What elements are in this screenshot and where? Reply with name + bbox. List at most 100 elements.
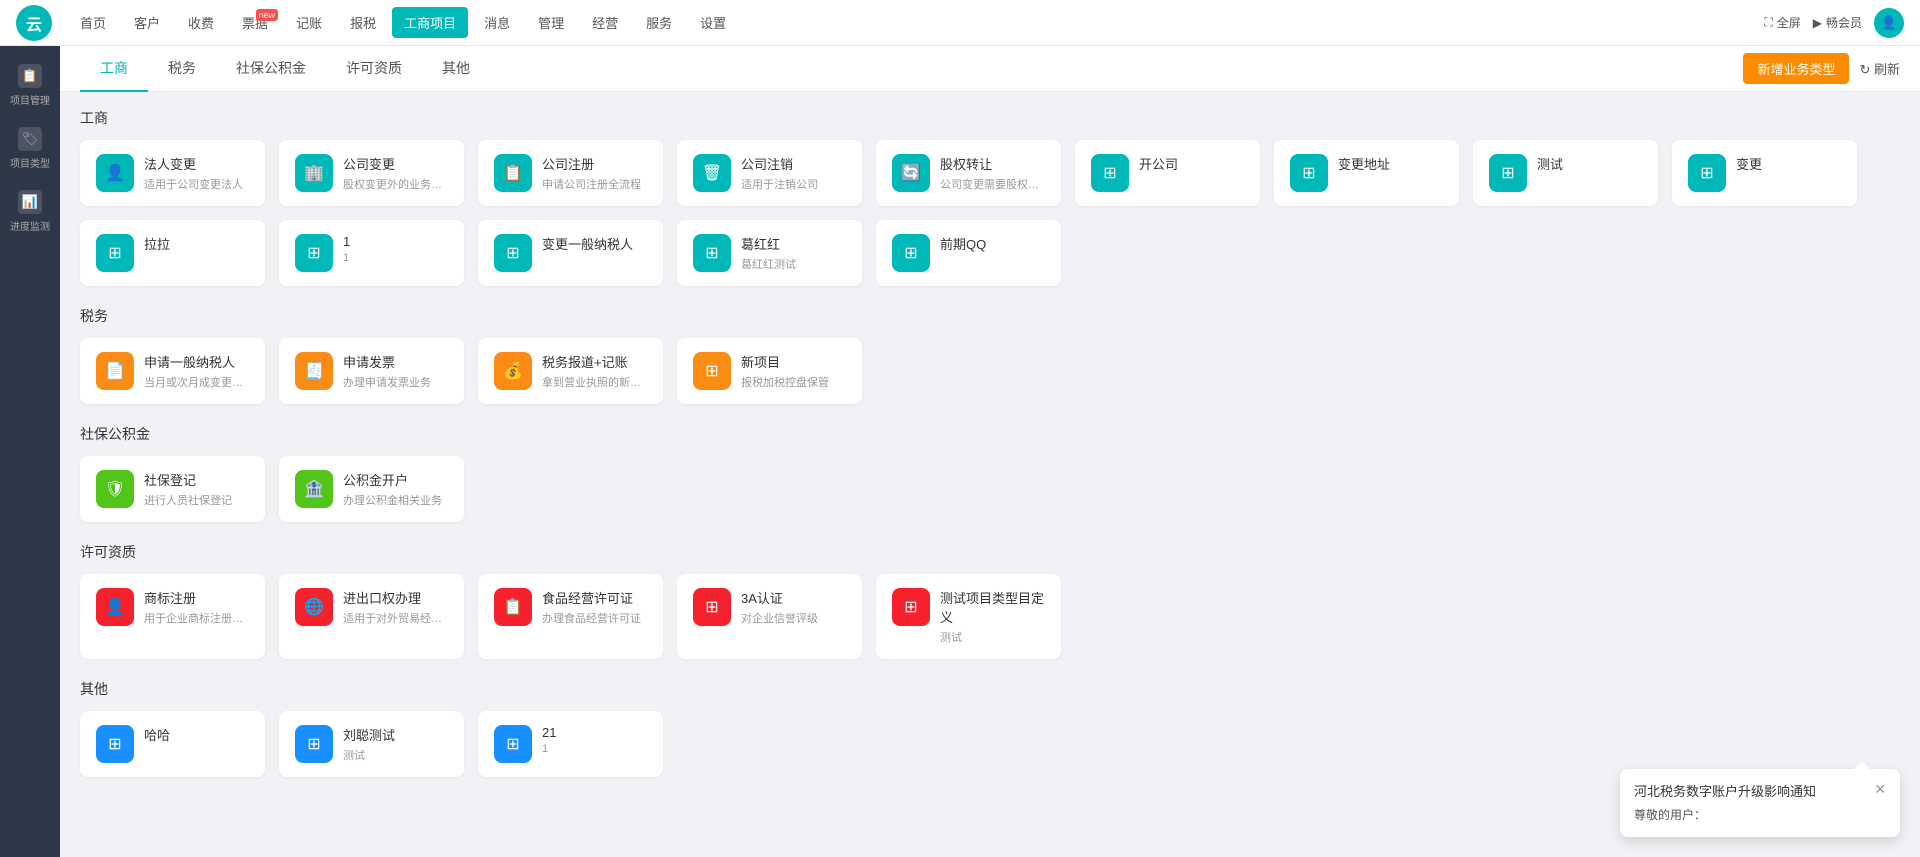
card-qita-0[interactable]: ⊞ 哈哈 (80, 711, 265, 777)
card-qita-2[interactable]: ⊞211 (478, 711, 663, 777)
card-icon-gongshang-13: ⊞ (892, 234, 930, 272)
card-gongshang-1[interactable]: 🏢 公司变更股权变更外的业务变更 (279, 140, 464, 206)
nav-item-首页[interactable]: 首页 (68, 7, 118, 38)
card-icon-gongshang-8: ⊞ (1688, 154, 1726, 192)
notification-close-button[interactable]: ✕ (1874, 781, 1886, 800)
nav-item-消息[interactable]: 消息 (472, 7, 522, 38)
card-name-xuke-4: 测试项目类型目定义 (940, 588, 1045, 626)
sidebar-item-项目类型[interactable]: 🏷 项目类型 (0, 119, 60, 178)
sidebar: 📋 项目管理 🏷 项目类型 📊 进度监测 (0, 46, 60, 857)
card-info-qita-0: 哈哈 (144, 725, 249, 747)
nav-item-服务[interactable]: 服务 (634, 7, 684, 38)
card-xuke-0[interactable]: 👤商标注册用于企业商标注册服务 (80, 574, 265, 659)
card-xuke-3[interactable]: ⊞3A认证对企业信誉评级 (677, 574, 862, 659)
card-info-qita-2: 211 (542, 725, 647, 755)
card-xuke-2[interactable]: 📋食品经营许可证办理食品经营许可证 (478, 574, 663, 659)
nav-item-工商项目[interactable]: 工商项目 (392, 7, 468, 38)
card-icon-qita-1: ⊞ (295, 725, 333, 763)
card-icon-xuke-2: 📋 (494, 588, 532, 626)
nav-item-记账[interactable]: 记账 (284, 7, 334, 38)
card-gongshang-0[interactable]: 👤法人变更适用于公司变更法人 (80, 140, 265, 206)
card-icon-gongshang-2: 📋 (494, 154, 532, 192)
sub-tab-工商[interactable]: 工商 (80, 46, 148, 92)
nav-item-管理[interactable]: 管理 (526, 7, 576, 38)
card-desc-gongshang-12: 葛红红测试 (741, 256, 846, 272)
card-shebao-0[interactable]: 🛡社保登记进行人员社保登记 (80, 456, 265, 522)
card-gongshang-2[interactable]: 📋 公司注册申请公司注册全流程 (478, 140, 663, 206)
card-shebao-1[interactable]: 🏦公积金开户办理公积金相关业务 (279, 456, 464, 522)
card-gongshang-10[interactable]: ⊞11 (279, 220, 464, 286)
card-gongshang-3[interactable]: 🗑公司注销适用于注销公司 (677, 140, 862, 206)
card-xuke-4[interactable]: ⊞测试项目类型目定义测试 (876, 574, 1061, 659)
card-gongshang-4[interactable]: 🔄股权转让公司变更需要股权转让 (876, 140, 1061, 206)
card-gongshang-6[interactable]: ⊞变更地址 (1274, 140, 1459, 206)
new-type-button[interactable]: 新增业务类型 (1743, 53, 1849, 84)
section-shebao: 社保公积金 🛡社保登记进行人员社保登记🏦公积金开户办理公积金相关业务 (80, 424, 1900, 522)
card-info-gongshang-3: 公司注销适用于注销公司 (741, 154, 846, 192)
card-icon-gongshang-1: 🏢 (295, 154, 333, 192)
nav-item-客户[interactable]: 客户 (122, 7, 172, 38)
section-title-shebao: 社保公积金 (80, 424, 1900, 444)
notification-triangle (1854, 761, 1870, 769)
card-info-gongshang-1: 公司变更股权变更外的业务变更 (343, 154, 448, 192)
cards-grid-qita: ⊞哈哈⊞刘聪测试测试⊞211 (80, 711, 1900, 777)
card-shuiwu-1[interactable]: 🧾申请发票办理申请发票业务 (279, 338, 464, 404)
refresh-button[interactable]: ↻ 刷新 (1859, 59, 1900, 78)
card-name-gongshang-2: 公司注册 (542, 154, 647, 173)
nav-right: ⛶ 全屏 ▶ 畅会员 👤 (1764, 8, 1904, 38)
card-shuiwu-3[interactable]: ⊞新项目报税加税控盘保管 (677, 338, 862, 404)
nav-item-收费[interactable]: 收费 (176, 7, 226, 38)
avatar[interactable]: 👤 (1874, 8, 1904, 38)
card-info-shuiwu-2: 税务报道+记账拿到营业执照的新公司 (542, 352, 647, 390)
card-gongshang-7[interactable]: ⊞测试 (1473, 140, 1658, 206)
sub-tab-许可资质[interactable]: 许可资质 (326, 46, 422, 92)
card-info-shebao-1: 公积金开户办理公积金相关业务 (343, 470, 448, 508)
card-desc-gongshang-2: 申请公司注册全流程 (542, 176, 647, 192)
card-info-gongshang-5: 开公司 (1139, 154, 1244, 176)
card-name-shuiwu-3: 新项目 (741, 352, 846, 371)
card-gongshang-12[interactable]: ⊞葛红红葛红红测试 (677, 220, 862, 286)
card-gongshang-13[interactable]: ⊞前期QQ (876, 220, 1061, 286)
card-name-gongshang-8: 变更 (1736, 154, 1841, 173)
card-name-gongshang-0: 法人变更 (144, 154, 249, 173)
nav-item-设置[interactable]: 设置 (688, 7, 738, 38)
member-button[interactable]: ▶ 畅会员 (1813, 14, 1862, 31)
sidebar-icon: 📋 (18, 64, 42, 88)
cards-grid-shuiwu: 📄申请一般纳税人当月或次月成变更完成🧾申请发票办理申请发票业务💰税务报道+记账拿… (80, 338, 1900, 404)
card-gongshang-11[interactable]: ⊞变更一般纳税人 (478, 220, 663, 286)
nav-item-报税[interactable]: 报税 (338, 7, 388, 38)
sub-tab-社保公积金[interactable]: 社保公积金 (216, 46, 326, 92)
logo[interactable]: 云 (16, 5, 52, 41)
sidebar-icon: 📊 (18, 190, 42, 214)
fullscreen-button[interactable]: ⛶ 全屏 (1764, 14, 1800, 31)
sub-tab-税务[interactable]: 税务 (148, 46, 216, 92)
nav-item-票据[interactable]: 票据new (230, 7, 280, 38)
card-gongshang-9[interactable]: ⊞拉拉 (80, 220, 265, 286)
card-xuke-1[interactable]: 🌐进出口权办理适用于对外贸易经营者 (279, 574, 464, 659)
sidebar-item-进度监测[interactable]: 📊 进度监测 (0, 182, 60, 241)
card-name-xuke-0: 商标注册 (144, 588, 249, 607)
card-qita-1[interactable]: ⊞刘聪测试测试 (279, 711, 464, 777)
card-name-shuiwu-1: 申请发票 (343, 352, 448, 371)
card-desc-xuke-0: 用于企业商标注册服务 (144, 610, 249, 626)
nav-item-经营[interactable]: 经营 (580, 7, 630, 38)
card-shuiwu-2[interactable]: 💰税务报道+记账拿到营业执照的新公司 (478, 338, 663, 404)
card-info-gongshang-9: 拉拉 (144, 234, 249, 256)
card-desc-xuke-4: 测试 (940, 629, 1045, 645)
sub-tab-其他[interactable]: 其他 (422, 46, 490, 92)
card-name-qita-1: 刘聪测试 (343, 725, 448, 744)
avatar-icon: 👤 (1881, 15, 1897, 31)
sidebar-item-项目管理[interactable]: 📋 项目管理 (0, 56, 60, 115)
card-gongshang-5[interactable]: ⊞开公司 (1075, 140, 1260, 206)
sidebar-item-label: 进度监测 (10, 218, 50, 233)
card-gongshang-8[interactable]: ⊞ 变更 (1672, 140, 1857, 206)
card-info-xuke-3: 3A认证对企业信誉评级 (741, 588, 846, 626)
card-icon-qita-0: ⊞ (96, 725, 134, 763)
member-label: 畅会员 (1826, 14, 1862, 31)
card-shuiwu-0[interactable]: 📄申请一般纳税人当月或次月成变更完成 (80, 338, 265, 404)
card-icon-gongshang-7: ⊞ (1489, 154, 1527, 192)
section-title-shuiwu: 税务 (80, 306, 1900, 326)
card-desc-shuiwu-0: 当月或次月成变更完成 (144, 374, 249, 390)
card-name-xuke-3: 3A认证 (741, 588, 846, 607)
card-desc-gongshang-1: 股权变更外的业务变更 (343, 176, 448, 192)
